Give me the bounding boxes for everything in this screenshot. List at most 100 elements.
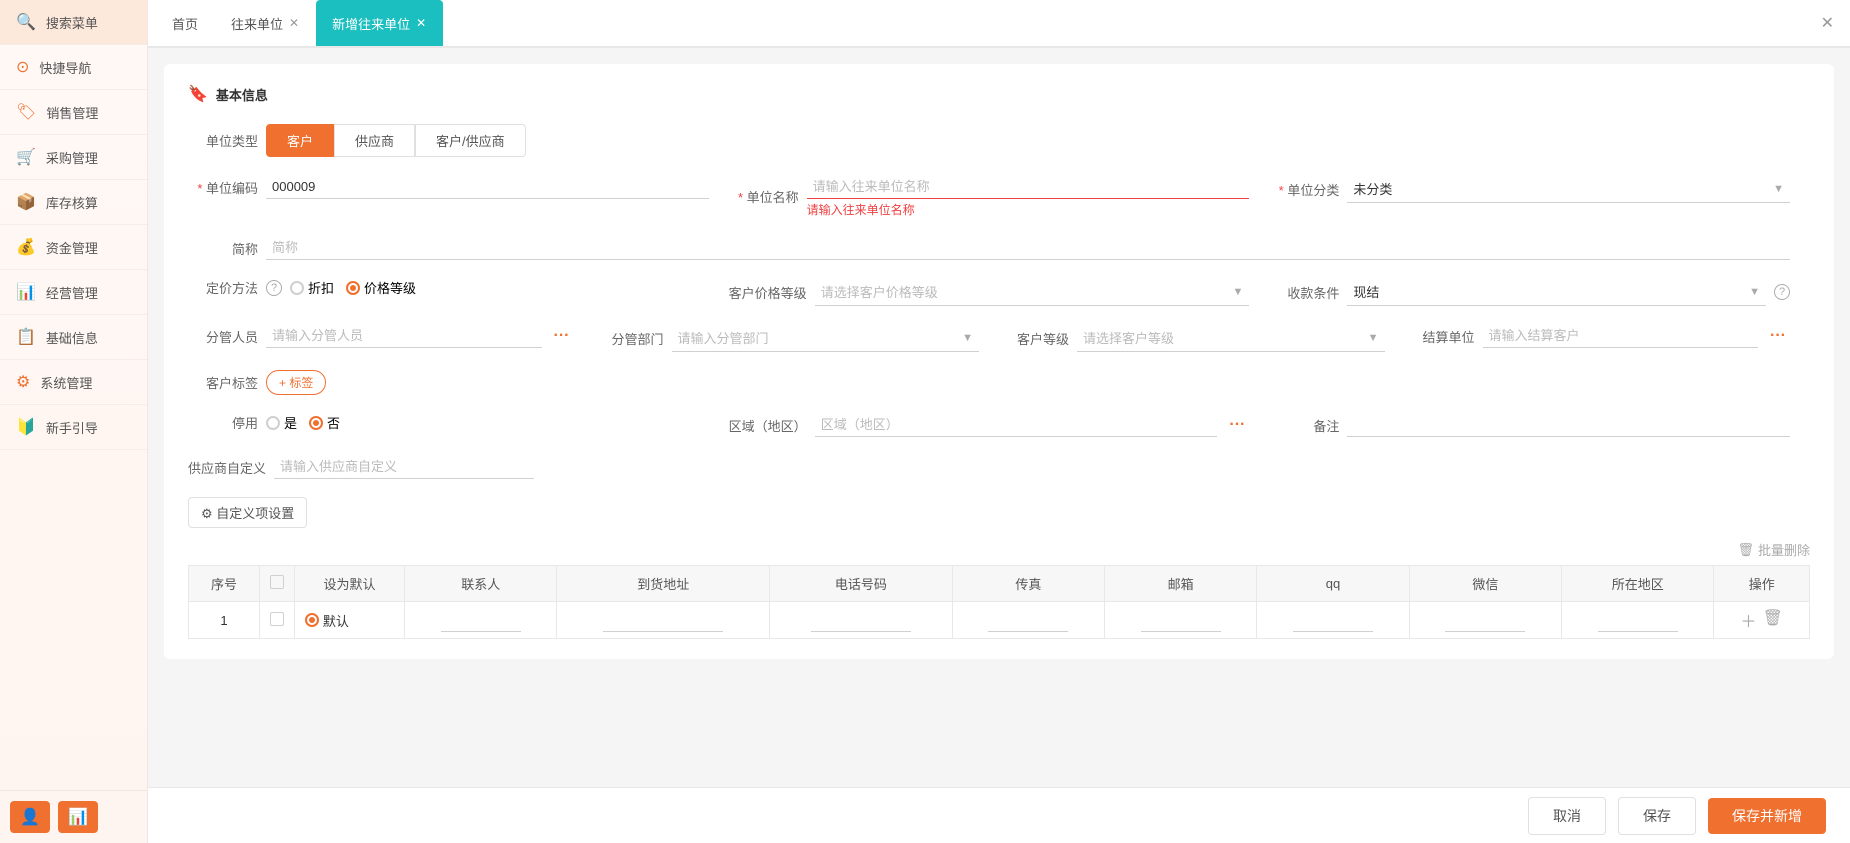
radio-yes[interactable]: 是	[266, 413, 297, 432]
unit-type-label: 单位类型	[188, 131, 258, 150]
row-address-input[interactable]	[603, 608, 723, 632]
pricing-help-icon[interactable]: ?	[266, 280, 282, 296]
save-new-button[interactable]: 保存并新增	[1708, 798, 1826, 834]
newbie-icon: 🔰	[16, 417, 36, 437]
add-tag-button[interactable]: + 标签	[266, 370, 326, 395]
cancel-button[interactable]: 取消	[1528, 797, 1606, 835]
chevron-down-icon: ▼	[1749, 286, 1760, 298]
tab-new-partner-label: 新增往来单位	[332, 14, 410, 33]
row-delete-btn[interactable]: 🗑	[1763, 608, 1783, 632]
sales-icon: 🏷	[16, 102, 36, 122]
sidebar-item-quicknav[interactable]: ⊙ 快捷导航	[0, 45, 147, 90]
tab-new-partner-close[interactable]: ✕	[416, 16, 426, 30]
sidebar-item-system[interactable]: ⚙ 系统管理	[0, 360, 147, 405]
unit-type-field: 单位类型 客户 供应商 客户/供应商	[188, 124, 1810, 157]
department-select[interactable]: 请输入分管部门 ▼	[672, 324, 980, 352]
row-address[interactable]	[557, 602, 770, 639]
row-contact-input[interactable]	[441, 608, 521, 632]
purchase-icon: 🛒	[16, 147, 36, 167]
customer-level-field: 客户等级 请选择客户等级 ▼	[999, 324, 1405, 352]
radio-yes-circle	[266, 416, 280, 430]
batch-delete-button[interactable]: 🗑 批量删除	[1737, 540, 1810, 559]
sidebar-item-search[interactable]: 🔍 搜索菜单	[0, 0, 147, 45]
save-button[interactable]: 保存	[1618, 797, 1696, 835]
payment-help-icon[interactable]: ?	[1774, 284, 1790, 300]
row-fax[interactable]	[952, 602, 1104, 639]
sidebar-item-purchase[interactable]: 🛒 采购管理	[0, 135, 147, 180]
sidebar-item-inventory[interactable]: 📦 库存核算	[0, 180, 147, 225]
remark-label: 备注	[1269, 416, 1339, 435]
select-all-checkbox[interactable]	[270, 575, 284, 589]
row-region-input[interactable]	[1598, 608, 1678, 632]
radio-level-circle	[346, 281, 360, 295]
sidebar-btn-1[interactable]: 👤	[10, 801, 50, 833]
row-qq[interactable]	[1257, 602, 1409, 639]
col-seq: 序号	[189, 566, 260, 602]
row-default-label: 默认	[323, 611, 349, 630]
footer-bar: 取消 保存 保存并新增	[148, 787, 1850, 843]
window-close-icon[interactable]: ✕	[1821, 13, 1834, 33]
unit-btn-both[interactable]: 客户/供应商	[415, 124, 526, 157]
unit-btn-supplier[interactable]: 供应商	[334, 124, 415, 157]
chevron-down-icon: ▼	[1368, 332, 1379, 344]
tab-partner[interactable]: 往来单位 ✕	[215, 0, 316, 46]
row-add-btn[interactable]: ＋	[1741, 608, 1757, 632]
row-phone-input[interactable]	[811, 608, 911, 632]
row-qq-input[interactable]	[1293, 608, 1373, 632]
disable-label: 停用	[188, 413, 258, 432]
customer-price-select[interactable]: 请选择客户价格等级 ▼	[815, 278, 1250, 306]
sidebar-item-label: 新手引导	[46, 418, 98, 437]
region-input[interactable]	[815, 413, 1218, 437]
radio-level[interactable]: 价格等级	[346, 278, 416, 297]
row-wechat-input[interactable]	[1445, 608, 1525, 632]
radio-no[interactable]: 否	[309, 413, 340, 432]
tab-home[interactable]: 首页	[156, 0, 215, 46]
unit-btn-customer[interactable]: 客户	[266, 124, 334, 157]
row-email[interactable]	[1105, 602, 1257, 639]
customize-settings-button[interactable]: ⚙ 自定义项设置	[188, 497, 307, 528]
supplier-custom-row: 供应商自定义	[188, 455, 1810, 479]
short-name-input[interactable]	[266, 236, 1790, 260]
form-card: 🔖 基本信息 单位类型 客户 供应商 客户/供应商 单位编码	[164, 64, 1834, 659]
remark-input[interactable]	[1347, 413, 1790, 437]
sidebar-item-finance[interactable]: 💰 资金管理	[0, 225, 147, 270]
tab-new-partner[interactable]: 新增往来单位 ✕	[316, 0, 443, 46]
unit-name-error: 请输入往来单位名称	[807, 201, 1250, 218]
col-wechat: 微信	[1409, 566, 1561, 602]
sidebar-btn-2[interactable]: 📊	[58, 801, 98, 833]
manager-input[interactable]	[266, 324, 542, 348]
unit-name-input[interactable]	[807, 175, 1250, 199]
row-email-input[interactable]	[1141, 608, 1221, 632]
sidebar-item-sales[interactable]: 🏷 销售管理	[0, 90, 147, 135]
tab-home-label: 首页	[172, 14, 198, 33]
manager-more-btn[interactable]: ···	[550, 327, 574, 345]
row-region[interactable]	[1562, 602, 1714, 639]
row-checkbox[interactable]	[270, 612, 284, 626]
tab-partner-close[interactable]: ✕	[289, 16, 299, 30]
unit-category-select[interactable]: 未分类 ▼	[1347, 175, 1790, 203]
settlement-unit-input[interactable]	[1483, 324, 1759, 348]
sidebar-item-newbie[interactable]: 🔰 新手引导	[0, 405, 147, 450]
customer-level-select[interactable]: 请选择客户等级 ▼	[1077, 324, 1385, 352]
row-contact[interactable]	[405, 602, 557, 639]
supplier-custom-input[interactable]	[274, 455, 534, 479]
settlement-more-btn[interactable]: ···	[1766, 327, 1790, 345]
row-action-btns: ＋ 🗑	[1724, 608, 1799, 632]
row-phone[interactable]	[770, 602, 953, 639]
row-default-radio[interactable]: 默认	[305, 611, 394, 630]
content-area: 🔖 基本信息 单位类型 客户 供应商 客户/供应商 单位编码	[148, 48, 1850, 787]
radio-discount[interactable]: 折扣	[290, 278, 334, 297]
shortname-row: 简称	[188, 236, 1810, 260]
row-fax-input[interactable]	[988, 608, 1068, 632]
manager-field: 分管人员 ···	[188, 324, 594, 348]
table-header-row: 🗑 批量删除	[188, 540, 1810, 559]
sidebar-item-label: 快捷导航	[39, 58, 91, 77]
sidebar-item-basic[interactable]: 📋 基础信息	[0, 315, 147, 360]
unit-category-value: 未分类	[1353, 179, 1769, 198]
sidebar-item-operation[interactable]: 📊 经营管理	[0, 270, 147, 315]
payment-terms-select[interactable]: 现结 ▼	[1347, 278, 1766, 306]
unit-code-input[interactable]	[266, 175, 709, 199]
region-more-btn[interactable]: ···	[1225, 416, 1249, 434]
unit-name-field: 单位名称 请输入往来单位名称	[729, 175, 1270, 218]
row-wechat[interactable]	[1409, 602, 1561, 639]
